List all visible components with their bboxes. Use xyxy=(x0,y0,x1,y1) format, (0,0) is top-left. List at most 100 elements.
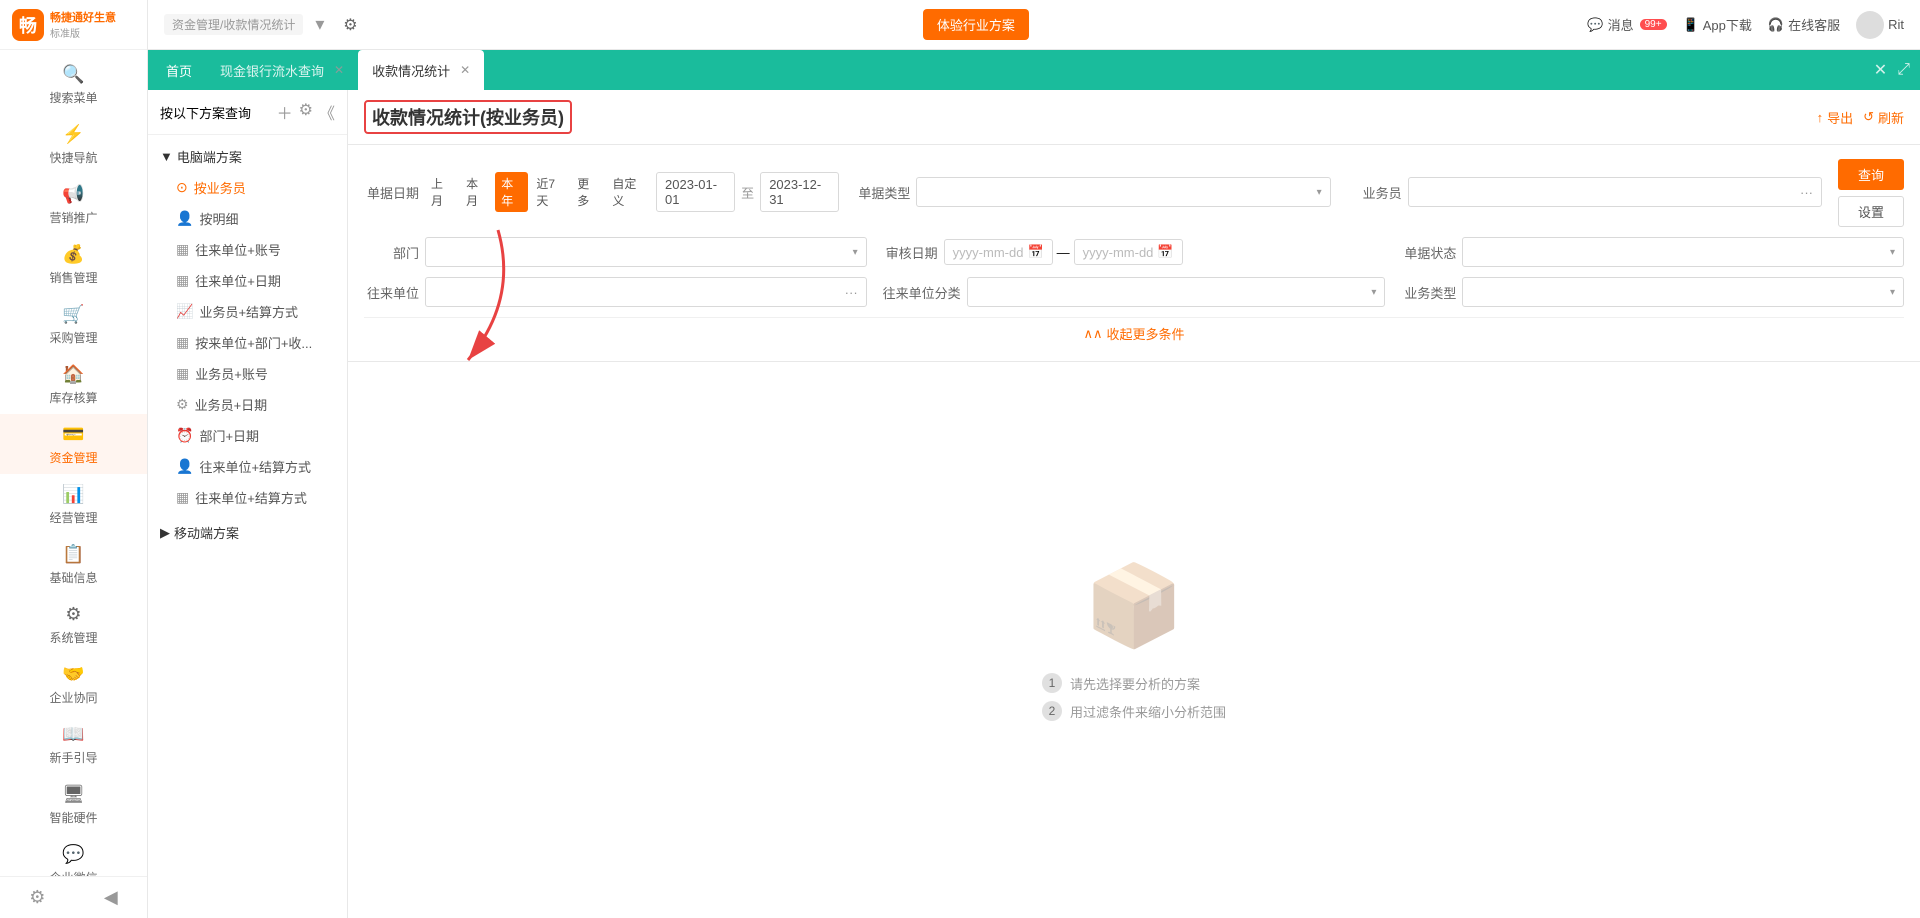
collapse-icon: ∧∧ xyxy=(1083,326,1102,342)
date-tab-this-year[interactable]: 本年 xyxy=(495,172,528,212)
scheme-group-mobile: ▶ 移动端方案 xyxy=(148,515,347,550)
scheme-unit-dept-icon: ▦ xyxy=(176,334,189,351)
dept-select[interactable]: ▾ xyxy=(425,237,867,267)
scheme-group-arrow-icon: ▼ xyxy=(160,149,173,164)
sidebar-item-capital[interactable]: 💳 资金管理 xyxy=(0,414,147,474)
counterpart-category-select[interactable]: ▾ xyxy=(967,277,1386,307)
date-end-input[interactable]: 2023-12-31 xyxy=(760,172,839,212)
salesman-input[interactable]: ··· xyxy=(1408,177,1822,207)
sidebar-item-operation[interactable]: 📊 经营管理 xyxy=(0,474,147,534)
query-dept-item: 部门 ▾ xyxy=(364,237,867,267)
sidebar-item-search-menu[interactable]: 🔍 搜索菜单 xyxy=(0,54,147,114)
sidebar-item-inventory[interactable]: 🏠 库存核算 xyxy=(0,354,147,414)
salesman-more-icon: ··· xyxy=(1800,185,1813,200)
topbar-right: 💬 消息 99+ 📱 App下载 🎧 在线客服 Rit xyxy=(1587,11,1904,39)
query-area: 单据日期 上月 本月 本年 近7天 更多 自定义 2023- xyxy=(348,145,1920,362)
scheme-salesman-date-icon: ⚙ xyxy=(176,396,189,413)
tab-bank-flow[interactable]: 现金银行流水查询 ✕ xyxy=(206,50,358,90)
biz-type-select[interactable]: ▾ xyxy=(1462,277,1904,307)
collapse-conditions-btn[interactable]: ∧∧ 收起更多条件 xyxy=(364,317,1904,349)
sidebar-item-quick-nav[interactable]: ⚡ 快捷导航 xyxy=(0,114,147,174)
tab-receipt-stats-close[interactable]: ✕ xyxy=(460,63,470,77)
tabs-right-actions: ✕ ⤢ xyxy=(1874,60,1920,80)
scheme-group-mobile-arrow-icon: ▶ xyxy=(160,525,170,541)
settings-bottom-icon[interactable]: ⚙ xyxy=(29,887,45,908)
sales-icon: 💰 xyxy=(62,244,84,265)
sidebar-item-guide[interactable]: 📖 新手引导 xyxy=(0,714,147,774)
sidebar-item-basic[interactable]: 📋 基础信息 xyxy=(0,534,147,594)
date-tab-last-month[interactable]: 上月 xyxy=(425,172,458,212)
sidebar-item-sales[interactable]: 💰 销售管理 xyxy=(0,234,147,294)
sidebar-item-marketing[interactable]: 📢 营销推广 xyxy=(0,174,147,234)
online-service-btn[interactable]: 🎧 在线客服 xyxy=(1768,15,1840,34)
settings-btn[interactable]: ⚙ xyxy=(336,11,364,39)
query-btn[interactable]: 查询 xyxy=(1838,159,1904,190)
app-download-btn[interactable]: 📱 App下载 xyxy=(1683,15,1752,34)
scheme-item-unit-settle2[interactable]: ▦ 往来单位+结算方式 xyxy=(148,482,347,513)
sidebar-item-wechat[interactable]: 💬 企业微信 xyxy=(0,834,147,876)
date-tab-this-month[interactable]: 本月 xyxy=(460,172,493,212)
scheme-group-mobile-header[interactable]: ▶ 移动端方案 xyxy=(148,517,347,548)
scheme-group-desktop-header[interactable]: ▼ 电脑端方案 xyxy=(148,141,347,172)
setting-btn[interactable]: 设置 xyxy=(1838,196,1904,227)
tab-receipt-stats[interactable]: 收款情况统计 ✕ xyxy=(358,50,484,90)
counterpart-input[interactable]: ··· xyxy=(425,277,867,307)
tab-expand-icon[interactable]: ⤢ xyxy=(1897,61,1910,79)
search-menu-icon: 🔍 xyxy=(62,64,84,85)
date-start-input[interactable]: 2023-01-01 xyxy=(656,172,735,212)
date-tab-custom[interactable]: 自定义 xyxy=(606,172,650,212)
page-header-actions: ↑ 导出 ↺ 刷新 xyxy=(1817,108,1904,127)
breadcrumb: 资金管理/收款情况统计 xyxy=(164,14,303,35)
sidebar-item-hardware[interactable]: 🖥 智能硬件 xyxy=(0,774,147,834)
date-tab-last7[interactable]: 近7天 xyxy=(530,172,569,212)
user-area[interactable]: Rit xyxy=(1856,11,1904,39)
messages-btn[interactable]: 💬 消息 99+ xyxy=(1587,15,1666,34)
marketing-icon: 📢 xyxy=(62,184,84,205)
hint-num-1: 1 xyxy=(1042,673,1062,693)
logo-icon: 畅 xyxy=(12,9,44,41)
review-date-end[interactable]: yyyy-mm-dd 📅 xyxy=(1074,239,1183,265)
query-buttons: 查询 设置 xyxy=(1838,159,1904,227)
collapse-panel-icon[interactable]: 《 xyxy=(319,100,335,124)
scheme-item-unit-dept[interactable]: ▦ 按来单位+部门+收... xyxy=(148,327,347,358)
scheme-item-salesman-account[interactable]: ▦ 业务员+账号 xyxy=(148,358,347,389)
scheme-detail-icon: 👤 xyxy=(176,210,193,227)
refresh-btn[interactable]: ↺ 刷新 xyxy=(1863,108,1904,127)
tab-close-all-icon[interactable]: ✕ xyxy=(1874,60,1887,80)
scheme-item-salesman-settle[interactable]: 📈 业务员+结算方式 xyxy=(148,296,347,327)
tab-home[interactable]: 首页 xyxy=(152,50,206,90)
sidebar-item-enterprise[interactable]: 🤝 企业协同 xyxy=(0,654,147,714)
scheme-item-dept-date[interactable]: ⏰ 部门+日期 xyxy=(148,420,347,451)
add-scheme-icon[interactable]: ＋ xyxy=(277,100,293,124)
scheme-item-by-salesman[interactable]: ⊙ 按业务员 xyxy=(148,172,347,203)
scheme-salesman-settle-icon: 📈 xyxy=(176,303,193,320)
query-row-1: 单据日期 上月 本月 本年 近7天 更多 自定义 2023- xyxy=(364,157,1904,227)
scheme-settings-icon[interactable]: ⚙ xyxy=(299,100,313,124)
breadcrumb-dropdown-icon[interactable]: ▾ xyxy=(315,14,324,35)
sidebar-item-purchase[interactable]: 🛒 采购管理 xyxy=(0,294,147,354)
scheme-item-unit-account[interactable]: ▦ 往来单位+账号 xyxy=(148,234,347,265)
review-date-start[interactable]: yyyy-mm-dd 📅 xyxy=(944,239,1053,265)
tab-bank-flow-close[interactable]: ✕ xyxy=(334,63,344,77)
scheme-item-unit-settle1[interactable]: 👤 往来单位+结算方式 xyxy=(148,451,347,482)
doc-status-select[interactable]: ▾ xyxy=(1462,237,1904,267)
scheme-dept-date-icon: ⏰ xyxy=(176,427,193,444)
scheme-group-desktop: ▼ 电脑端方案 ⊙ 按业务员 👤 按明细 ▦ 往来单位+账号 xyxy=(148,139,347,515)
empty-hint-1: 1 请先选择要分析的方案 xyxy=(1042,673,1226,693)
export-btn[interactable]: ↑ 导出 xyxy=(1817,108,1854,127)
date-tab-more[interactable]: 更多 xyxy=(571,172,604,212)
trial-btn[interactable]: 体验行业方案 xyxy=(923,9,1029,40)
sidebar-nav: 🔍 搜索菜单 ⚡ 快捷导航 📢 营销推广 💰 销售管理 🛒 采购管理 🏠 库存核… xyxy=(0,50,147,876)
scheme-item-by-detail[interactable]: 👤 按明细 xyxy=(148,203,347,234)
scheme-item-unit-date[interactable]: ▦ 往来单位+日期 xyxy=(148,265,347,296)
scheme-item-salesman-date[interactable]: ⚙ 业务员+日期 xyxy=(148,389,347,420)
doc-type-select[interactable]: ▾ xyxy=(916,177,1330,207)
enterprise-icon: 🤝 xyxy=(62,664,84,685)
hardware-icon: 🖥 xyxy=(62,784,85,805)
sidebar-item-system[interactable]: ⚙ 系统管理 xyxy=(0,594,147,654)
collapse-sidebar-icon[interactable]: ◀ xyxy=(104,887,118,908)
topbar-center-actions: 体验行业方案 xyxy=(923,9,1029,40)
date-area: 上月 本月 本年 近7天 更多 自定义 2023-01-01 至 xyxy=(425,172,839,212)
logo-text: 畅捷通好生意 标准版 xyxy=(50,9,116,40)
query-counterpart-category-item: 往来单位分类 ▾ xyxy=(883,277,1386,307)
